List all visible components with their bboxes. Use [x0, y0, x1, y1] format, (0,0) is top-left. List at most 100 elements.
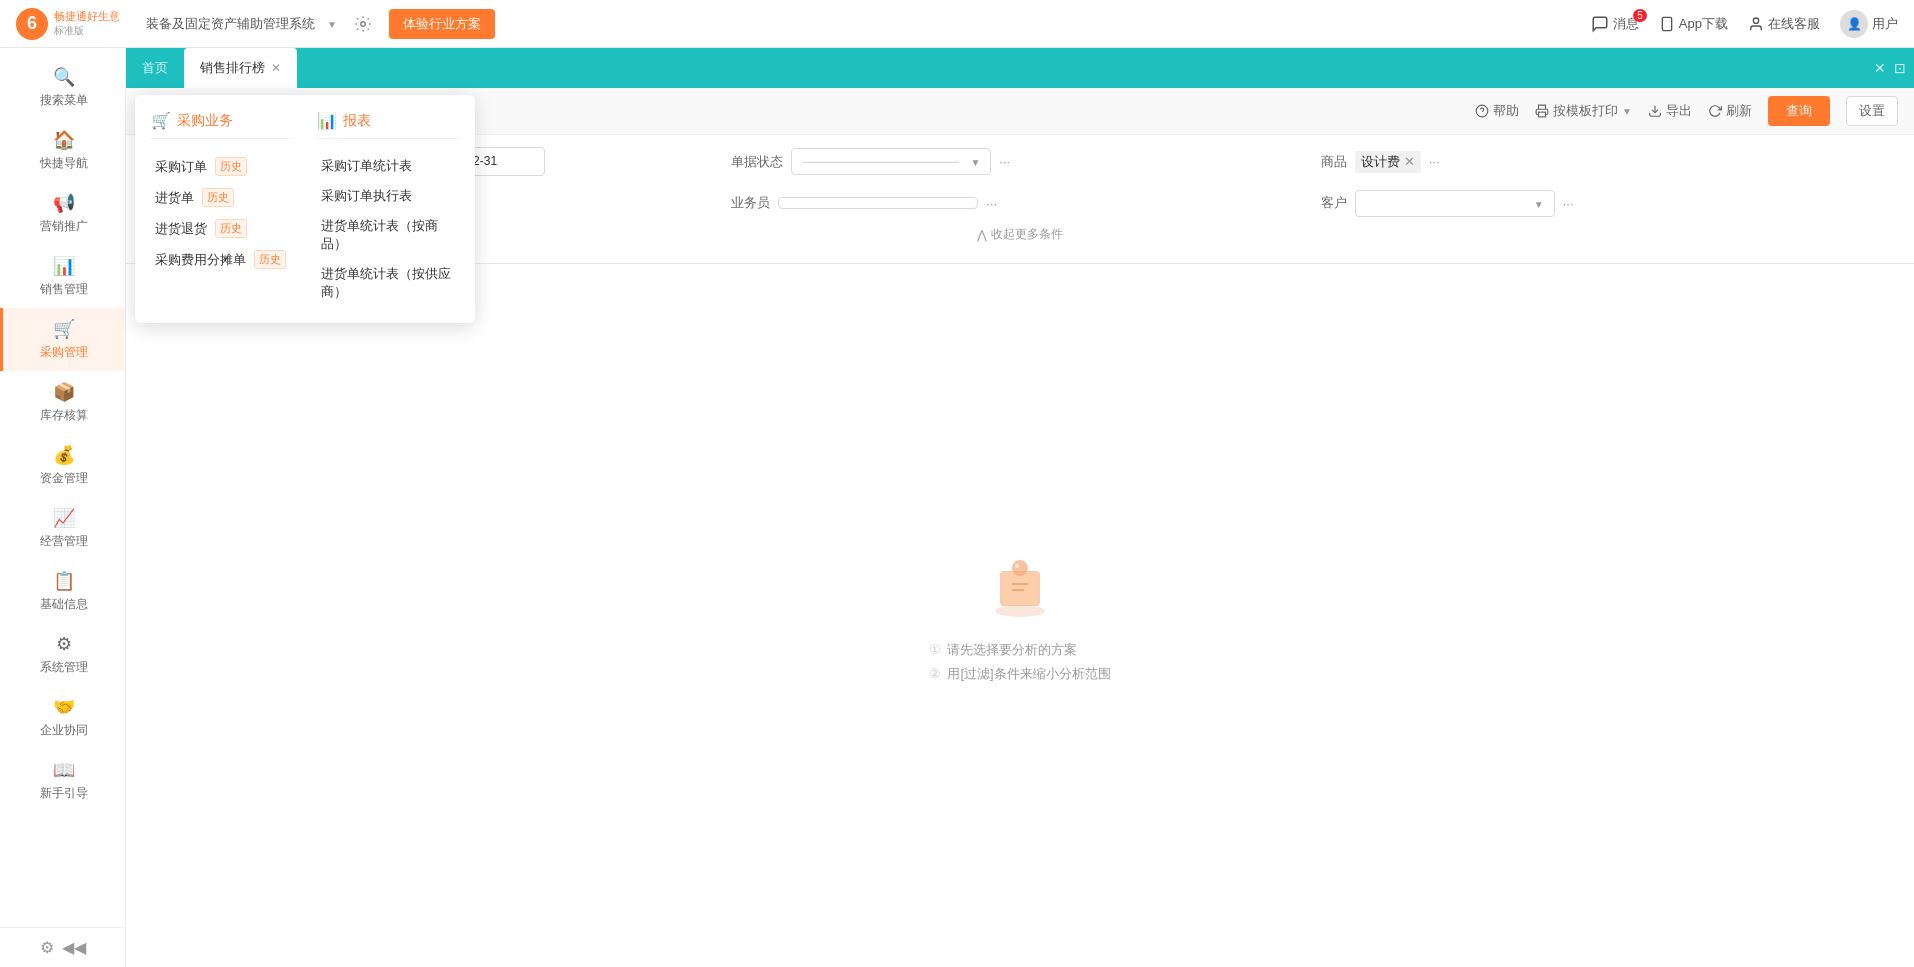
sidebar-item-label: 采购管理 — [40, 344, 88, 361]
tab-bar: 首页 销售排行榜 ✕ ✕ ⊡ — [126, 48, 1914, 88]
empty-text: ① 请先选择要分析的方案 ② 用[过滤]条件来缩小分析范围 — [929, 638, 1110, 685]
customer-dots[interactable]: ··· — [1563, 196, 1574, 211]
svg-rect-6 — [1539, 112, 1546, 117]
menu-item-incoming[interactable]: 进货单 历史 — [151, 182, 293, 213]
online-service-label: 在线客服 — [1768, 15, 1820, 33]
purchase-business-icon: 🛒 — [151, 111, 171, 130]
guide-icon: 📖 — [53, 759, 75, 781]
sidebar-item-label: 企业协同 — [40, 722, 88, 739]
query-btn[interactable]: 查询 — [1768, 96, 1830, 126]
sidebar-item-label: 资金管理 — [40, 470, 88, 487]
print-chevron[interactable]: ▼ — [1622, 106, 1632, 117]
refresh-btn[interactable]: 刷新 — [1708, 102, 1752, 120]
message-btn[interactable]: 消息 5 — [1591, 15, 1639, 33]
sidebar-item-guide[interactable]: 📖 新手引导 — [0, 749, 125, 812]
message-badge: 5 — [1633, 9, 1647, 22]
sidebar-item-label: 快捷导航 — [40, 155, 88, 172]
filter-doc-status: 单据状态 ───────────────── ··· — [731, 148, 1308, 175]
sidebar-item-purchase[interactable]: 🛒 采购管理 — [0, 308, 125, 371]
doc-status-select[interactable]: ───────────────── — [791, 148, 991, 175]
sidebar-item-enterprise[interactable]: 🤝 企业协同 — [0, 686, 125, 749]
basic-info-icon: 📋 — [53, 570, 75, 592]
sidebar-item-marketing[interactable]: 📢 营销推广 — [0, 182, 125, 245]
export-btn[interactable]: 导出 — [1648, 102, 1692, 120]
sidebar-item-label: 销售管理 — [40, 281, 88, 298]
industry-btn[interactable]: 体验行业方案 — [389, 9, 495, 39]
settings-btn[interactable]: 设置 — [1846, 96, 1898, 126]
user-btn[interactable]: 👤 用户 — [1840, 10, 1898, 38]
finance-icon: 💰 — [53, 444, 75, 466]
tab-close-btn[interactable]: ✕ — [271, 61, 281, 75]
sidebar-collapse-btn[interactable]: ◀◀ — [62, 938, 86, 957]
sidebar-item-label: 新手引导 — [40, 785, 88, 802]
svg-point-0 — [361, 21, 366, 26]
sidebar-settings-btn[interactable]: ⚙ — [40, 938, 54, 957]
menu-item-expense[interactable]: 采购费用分摊单 历史 — [151, 244, 293, 275]
sidebar-item-sales[interactable]: 📊 销售管理 — [0, 245, 125, 308]
sidebar-item-label: 经营管理 — [40, 533, 88, 550]
doc-status-label: 单据状态 — [731, 153, 783, 171]
empty-hint-2: ② 用[过滤]条件来缩小分析范围 — [929, 662, 1110, 685]
refresh-label: 刷新 — [1726, 102, 1752, 120]
hist-tag-expense[interactable]: 历史 — [254, 250, 286, 269]
menu-item-return[interactable]: 进货退货 历史 — [151, 213, 293, 244]
tab-home[interactable]: 首页 — [126, 48, 184, 88]
menu-item-order-stats[interactable]: 采购订单统计表 — [317, 151, 459, 181]
menu-col-report: 📊 报表 采购订单统计表 采购订单执行表 进货单统计表（按商品） 进货单统计表（… — [317, 111, 459, 307]
search-icon: 🔍 — [53, 66, 75, 88]
system-icon: ⚙ — [56, 633, 72, 655]
print-btn[interactable]: 按模板打印 ▼ — [1535, 102, 1632, 120]
online-service-btn[interactable]: 在线客服 — [1748, 15, 1820, 33]
salesperson-label: 业务员 — [731, 194, 770, 212]
tab-bar-close-area: ✕ ⊡ — [1874, 60, 1906, 76]
purchase-icon: 🛒 — [53, 318, 75, 340]
top-bar-actions: 消息 5 App下载 在线客服 👤 用户 — [1591, 10, 1898, 38]
operations-icon: 📈 — [53, 507, 75, 529]
sidebar-item-label: 营销推广 — [40, 218, 88, 235]
sidebar-item-quick-nav[interactable]: 🏠 快捷导航 — [0, 119, 125, 182]
collapse-icon: ⋀ — [977, 228, 987, 242]
sidebar-item-system[interactable]: ⚙ 系统管理 — [0, 623, 125, 686]
menu-item-incoming-stats-supplier[interactable]: 进货单统计表（按供应商） — [317, 259, 459, 307]
help-btn[interactable]: 帮助 — [1475, 102, 1519, 120]
hist-tag-return[interactable]: 历史 — [215, 219, 247, 238]
settings-icon-btn[interactable] — [349, 10, 377, 38]
hist-tag-incoming[interactable]: 历史 — [202, 188, 234, 207]
customer-select[interactable] — [1355, 190, 1555, 217]
purchase-dropdown-menu: 🛒 采购业务 采购订单 历史 进货单 历史 进货退货 历史 采购费用分摊单 历史 — [135, 95, 475, 323]
tab-sales-ranking-label: 销售排行榜 — [200, 59, 265, 77]
app-download-btn[interactable]: App下载 — [1659, 15, 1728, 33]
filter-goods: 商品 设计费 ✕ ··· — [1321, 151, 1898, 173]
logo-text-area: 畅捷通好生意 标准版 — [54, 9, 120, 37]
sales-icon: 📊 — [53, 255, 75, 277]
customer-label: 客户 — [1321, 194, 1347, 212]
app-container: 6 畅捷通好生意 标准版 装备及固定资产辅助管理系统 体验行业方案 消息 5 — [0, 0, 1914, 967]
salesperson-dots[interactable]: ··· — [986, 196, 997, 211]
svg-point-8 — [995, 605, 1045, 617]
goods-tag-close[interactable]: ✕ — [1404, 154, 1415, 169]
sidebar-item-basic-info[interactable]: 📋 基础信息 — [0, 560, 125, 623]
top-bar: 6 畅捷通好生意 标准版 装备及固定资产辅助管理系统 体验行业方案 消息 5 — [0, 0, 1914, 48]
home-icon: 🏠 — [53, 129, 75, 151]
menu-item-purchase-order[interactable]: 采购订单 历史 — [151, 151, 293, 182]
menu-item-incoming-stats-goods[interactable]: 进货单统计表（按商品） — [317, 211, 459, 259]
menu-col-business-title: 🛒 采购业务 — [151, 111, 293, 139]
sidebar-item-operations[interactable]: 📈 经营管理 — [0, 497, 125, 560]
sidebar-item-search[interactable]: 🔍 搜索菜单 — [0, 56, 125, 119]
system-dropdown-btn[interactable] — [327, 16, 337, 31]
menu-item-order-exec[interactable]: 采购订单执行表 — [317, 181, 459, 211]
menu-col-report-title: 📊 报表 — [317, 111, 459, 139]
hist-tag-purchase-order[interactable]: 历史 — [215, 157, 247, 176]
tab-close-all-btn[interactable]: ✕ — [1874, 60, 1886, 76]
goods-dots[interactable]: ··· — [1429, 154, 1440, 169]
tab-maximize-btn[interactable]: ⊡ — [1894, 60, 1906, 76]
doc-status-dots[interactable]: ··· — [999, 154, 1010, 169]
salesperson-select[interactable] — [778, 197, 978, 209]
sidebar-item-inventory[interactable]: 📦 库存核算 — [0, 371, 125, 434]
tab-home-label: 首页 — [142, 59, 168, 77]
tab-sales-ranking[interactable]: 销售排行榜 ✕ — [184, 48, 297, 88]
svg-point-3 — [1753, 18, 1758, 23]
logo-icon: 6 — [16, 8, 48, 40]
marketing-icon: 📢 — [53, 192, 75, 214]
sidebar-item-finance[interactable]: 💰 资金管理 — [0, 434, 125, 497]
